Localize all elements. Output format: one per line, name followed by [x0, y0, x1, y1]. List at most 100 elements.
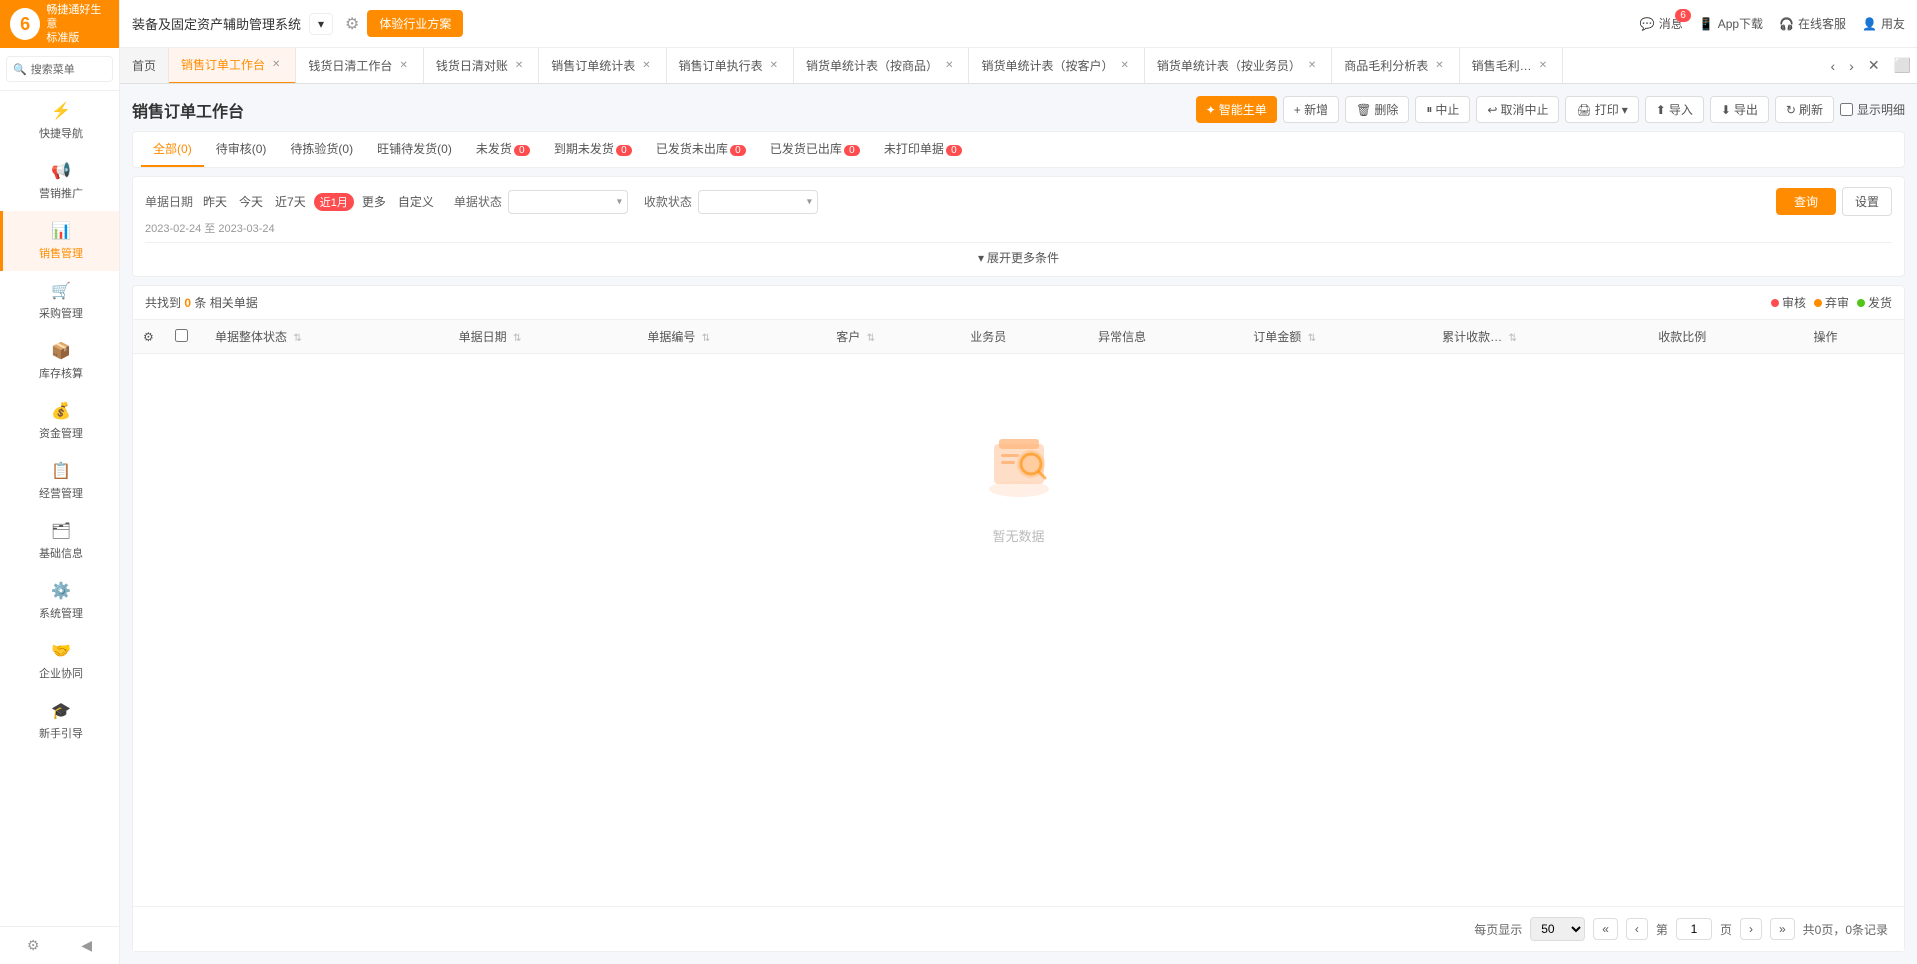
sidebar-item-inventory[interactable]: 📦 库存核算 [0, 331, 119, 391]
search-menu-button[interactable]: 🔍 搜索菜单 [6, 56, 113, 82]
tab-close-sales-by-product[interactable]: ✕ [942, 59, 956, 72]
sidebar-item-cooperation[interactable]: 🤝 企业协同 [0, 631, 119, 691]
tab-sales-by-customer[interactable]: 销货单统计表（按客户） ✕ [969, 48, 1144, 84]
th-exception: 异常信息 [1088, 320, 1243, 354]
tab-close-sales-exec[interactable]: ✕ [767, 59, 781, 72]
empty-illustration [969, 414, 1069, 514]
sidebar-item-operations[interactable]: 📋 经营管理 [0, 451, 119, 511]
tab-cash-reconcile[interactable]: 钱货日清对账 ✕ [424, 48, 539, 84]
tab-scroll-right-button[interactable]: › [1843, 54, 1860, 78]
date-custom-button[interactable]: 自定义 [394, 191, 438, 212]
status-select[interactable] [508, 190, 628, 214]
tab-bar-actions: ‹ › ✕ ⬜ [1824, 53, 1917, 78]
sort-number-icon[interactable]: ⇅ [702, 333, 710, 344]
sidebar-item-quick-nav[interactable]: ⚡ 快捷导航 [0, 91, 119, 151]
tab-close-cash-daily[interactable]: ✕ [396, 59, 410, 72]
system-dropdown-button[interactable]: ▾ [309, 13, 333, 35]
prev-page-button[interactable]: ‹ [1626, 918, 1648, 940]
review-action[interactable]: 审核 [1771, 294, 1806, 311]
tab-sales-stats[interactable]: 销售订单统计表 ✕ [539, 48, 666, 84]
payment-select[interactable] [698, 190, 818, 214]
date-more-button[interactable]: 更多 [358, 191, 390, 212]
date-range-label: 2023-02-24 至 2023-03-24 [145, 223, 275, 235]
tab-sales-by-staff[interactable]: 销货单统计表（按业务员） ✕ [1145, 48, 1332, 84]
sub-tab-overdue-not-shipped[interactable]: 到期未发货0 [542, 132, 644, 167]
cancel-pause-button[interactable]: ↩ 取消中止 [1476, 96, 1559, 123]
sort-status-icon[interactable]: ⇅ [293, 333, 301, 344]
sub-tab-pending-review[interactable]: 待审核(0) [204, 132, 279, 167]
messages-button[interactable]: 💬 消息 6 [1640, 15, 1683, 32]
user-menu-button[interactable]: 👤 用友 [1862, 15, 1905, 32]
tab-close-sales-by-staff[interactable]: ✕ [1305, 59, 1319, 72]
table-area: 共找到 0 条 相关单据 审核 弃审 发货 [132, 285, 1905, 952]
filter-settings-button[interactable]: 设置 [1842, 187, 1892, 216]
show-details-checkbox-label[interactable]: 显示明细 [1840, 101, 1905, 118]
add-button[interactable]: + 新增 [1283, 96, 1339, 123]
date-today-button[interactable]: 今天 [235, 191, 267, 212]
sub-tab-wangpu-pending[interactable]: 旺铺待发货(0) [365, 132, 464, 167]
export-button[interactable]: ⬇ 导出 [1710, 96, 1769, 123]
tab-close-sales-workbench[interactable]: ✕ [269, 58, 283, 71]
query-button[interactable]: 查询 [1776, 188, 1836, 215]
tab-close-gross-margin[interactable]: ✕ [1432, 59, 1446, 72]
first-page-button[interactable]: « [1593, 918, 1618, 940]
next-page-button[interactable]: › [1740, 918, 1762, 940]
sub-tab-all[interactable]: 全部(0) [141, 132, 204, 167]
tab-scroll-left-button[interactable]: ‹ [1824, 54, 1841, 78]
sidebar-item-basic-info[interactable]: 🗂 基础信息 [0, 511, 119, 571]
date-7days-button[interactable]: 近7天 [271, 191, 310, 212]
import-button[interactable]: ⬆ 导入 [1645, 96, 1704, 123]
sidebar-item-purchase[interactable]: 🛒 采购管理 [0, 271, 119, 331]
tab-close-cash-reconcile[interactable]: ✕ [512, 59, 526, 72]
tab-close-sales-gross[interactable]: ✕ [1536, 59, 1550, 72]
sort-collected-icon[interactable]: ⇅ [1508, 333, 1516, 344]
column-settings-icon[interactable]: ⚙ [143, 330, 154, 344]
app-download-button[interactable]: 📱 App下载 [1699, 15, 1763, 32]
sub-tab-not-shipped[interactable]: 未发货0 [464, 132, 542, 167]
sidebar-item-marketing[interactable]: 📢 营销推广 [0, 151, 119, 211]
show-details-checkbox[interactable] [1840, 103, 1853, 116]
page-input[interactable] [1676, 918, 1712, 940]
tab-maximize-button[interactable]: ⬜ [1888, 53, 1917, 78]
tab-sales-by-product[interactable]: 销货单统计表（按商品） ✕ [794, 48, 969, 84]
date-1month-button[interactable]: 近1月 [314, 193, 354, 211]
tab-close-all-button[interactable]: ✕ [1862, 53, 1886, 78]
header-settings-button[interactable]: ⚙ [345, 14, 359, 34]
tab-gross-margin[interactable]: 商品毛利分析表 ✕ [1332, 48, 1459, 84]
sidebar-item-system[interactable]: ⚙️ 系统管理 [0, 571, 119, 631]
sidebar-item-guide[interactable]: 🎓 新手引导 [0, 691, 119, 751]
sidebar-item-finance[interactable]: 💰 资金管理 [0, 391, 119, 451]
trial-button[interactable]: 体验行业方案 [367, 10, 463, 37]
tab-sales-exec[interactable]: 销售订单执行表 ✕ [667, 48, 794, 84]
per-page-select[interactable]: 10 20 50 100 [1530, 917, 1585, 941]
sort-amount-icon[interactable]: ⇅ [1308, 333, 1316, 344]
tab-home[interactable]: 首页 [120, 48, 169, 84]
sub-tab-pending-inspection[interactable]: 待拣验货(0) [278, 132, 365, 167]
tab-close-sales-by-customer[interactable]: ✕ [1117, 59, 1131, 72]
sort-customer-icon[interactable]: ⇅ [867, 333, 875, 344]
delete-button[interactable]: 🗑 删除 [1345, 96, 1409, 123]
tab-sales-gross[interactable]: 销售毛利… ✕ [1460, 48, 1563, 84]
sub-tab-shipped-out[interactable]: 已发货已出库0 [758, 132, 872, 167]
smart-gen-button[interactable]: ✦ 智能生单 [1196, 96, 1277, 123]
tab-sales-workbench[interactable]: 销售订单工作台 ✕ [169, 48, 296, 84]
expand-more-button[interactable]: ▾ 展开更多条件 [978, 249, 1059, 266]
discard-review-action[interactable]: 弃审 [1814, 294, 1849, 311]
sidebar-item-sales[interactable]: 📊 销售管理 [0, 211, 119, 271]
sort-date-icon[interactable]: ⇅ [513, 333, 521, 344]
select-all-checkbox[interactable] [175, 329, 188, 342]
tab-cash-daily[interactable]: 钱货日清工作台 ✕ [296, 48, 423, 84]
sub-tab-not-printed[interactable]: 未打印单据0 [872, 132, 974, 167]
refresh-button[interactable]: ↻ 刷新 [1775, 96, 1834, 123]
pause-button[interactable]: ⏸ 中止 [1415, 96, 1470, 123]
print-button[interactable]: 🖨 打印 ▾ [1565, 96, 1638, 123]
online-service-button[interactable]: 🎧 在线客服 [1779, 15, 1846, 32]
th-amount: 订单金额 ⇅ [1243, 320, 1432, 354]
sidebar-settings-button[interactable]: ⚙ [27, 937, 40, 954]
sub-tab-shipped-not-out[interactable]: 已发货未出库0 [644, 132, 758, 167]
sidebar-collapse-button[interactable]: ◀ [81, 937, 92, 954]
tab-close-sales-stats[interactable]: ✕ [639, 59, 653, 72]
ship-action[interactable]: 发货 [1857, 294, 1892, 311]
last-page-button[interactable]: » [1770, 918, 1795, 940]
date-yesterday-button[interactable]: 昨天 [199, 191, 231, 212]
